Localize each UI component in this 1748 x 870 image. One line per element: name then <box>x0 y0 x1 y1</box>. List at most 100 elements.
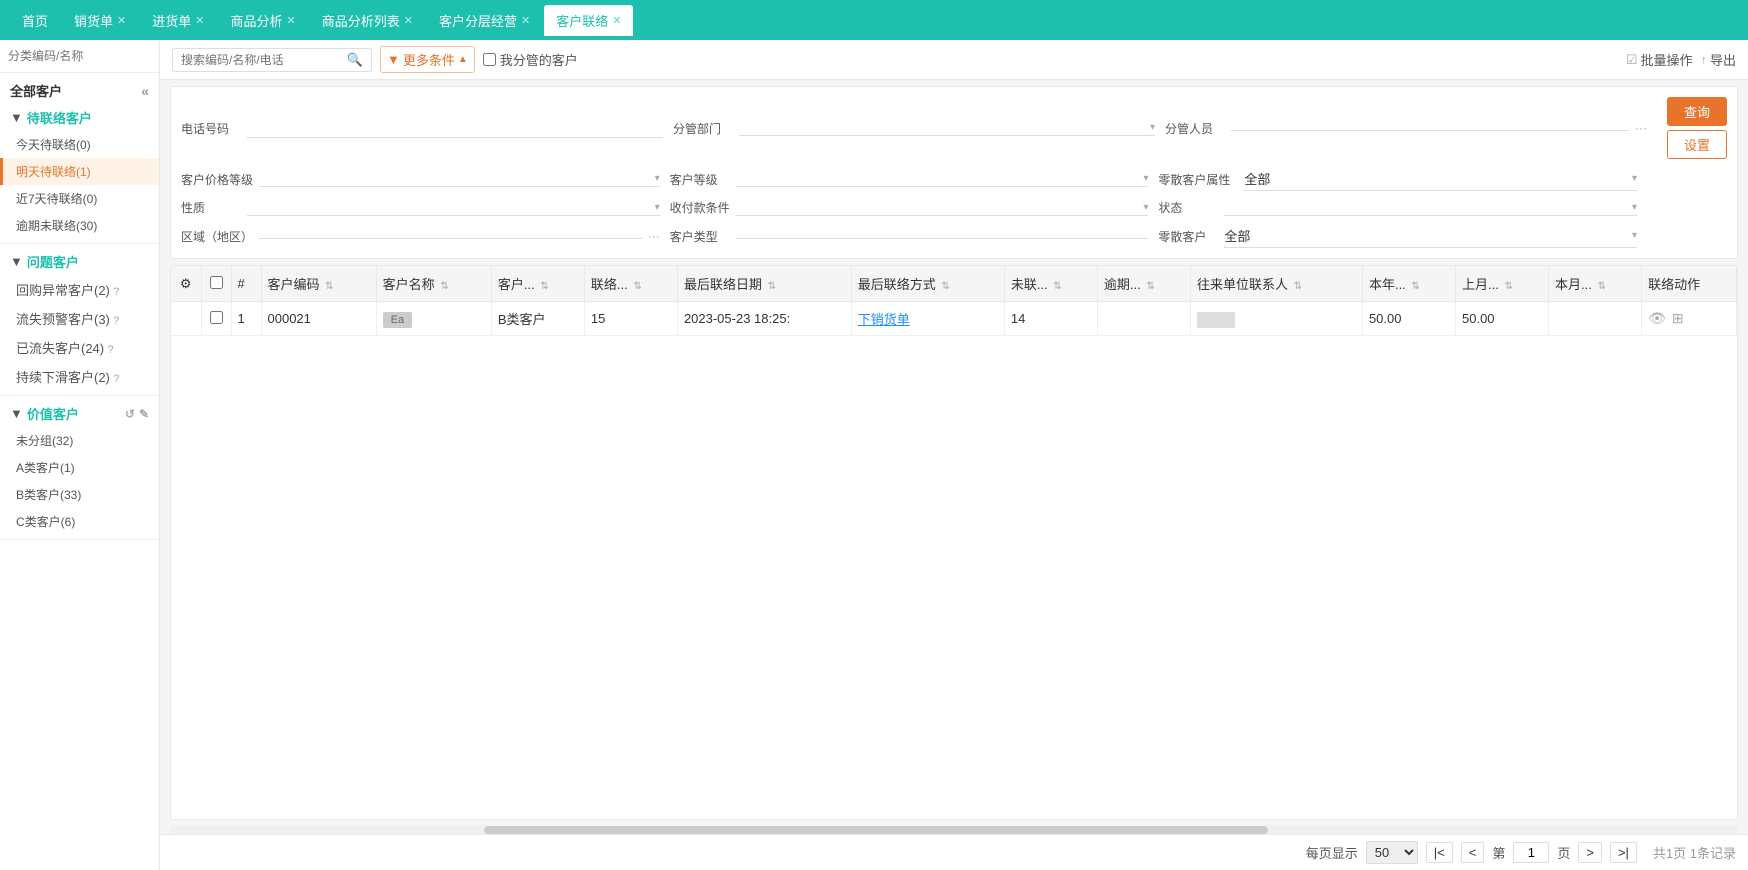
retail-attr-select[interactable]: 全部 ▾ <box>1244 167 1637 191</box>
cell-unit-contact <box>1190 302 1362 336</box>
status-select[interactable]: ▾ <box>1224 200 1637 216</box>
col-last-month-header[interactable]: 上月... ⇅ <box>1456 266 1549 302</box>
close-icon[interactable]: ✕ <box>612 14 621 27</box>
sidebar-section-title-pending: ▼ 待联络客户 <box>0 104 159 131</box>
table-row: 1 000021 Ea B类客户 15 2023-05-23 18:25: 下销… <box>171 302 1737 336</box>
retail-customer-select[interactable]: 全部 ▾ <box>1224 224 1637 248</box>
close-icon[interactable]: ✕ <box>404 14 413 27</box>
refresh-icon[interactable]: ↺ <box>125 407 135 421</box>
col-this-year-header[interactable]: 本年... ⇅ <box>1362 266 1455 302</box>
collapse-icon[interactable]: « <box>141 83 149 99</box>
batch-op-button[interactable]: ☑ 批量操作 <box>1626 50 1693 69</box>
page-number-input[interactable] <box>1513 842 1549 863</box>
eye-icon[interactable]: 👁 <box>1648 310 1666 327</box>
filter-actions: 查询 设置 <box>1667 97 1727 159</box>
close-icon[interactable]: ✕ <box>117 14 126 27</box>
sidebar-item-a-class[interactable]: A类客户(1) <box>0 454 159 481</box>
edit-icon[interactable]: ✎ <box>139 407 149 421</box>
sidebar-item-today[interactable]: 今天待联络(0) <box>0 131 159 158</box>
chevron-down-icon: ▾ <box>1632 202 1637 213</box>
col-last-method-header[interactable]: 最后联络方式 ⇅ <box>851 266 1004 302</box>
col-type-header[interactable]: 客户... ⇅ <box>491 266 584 302</box>
more-filter-button[interactable]: ▼ 更多条件 ▲ <box>380 46 475 73</box>
cell-actions: 👁 ⊞ <box>1642 302 1737 336</box>
page-size-select[interactable]: 50 100 200 <box>1366 841 1418 864</box>
export-button[interactable]: ↑ 导出 <box>1700 50 1736 69</box>
settings-icon[interactable]: ⚙ <box>180 276 192 291</box>
close-icon[interactable]: ✕ <box>521 14 530 27</box>
chevron-down-icon: ▾ <box>1150 122 1155 133</box>
prev-page-button[interactable]: < <box>1461 842 1485 863</box>
sidebar-item-c-class[interactable]: C类客户(6) <box>0 508 159 535</box>
col-name-header[interactable]: 客户名称 ⇅ <box>376 266 491 302</box>
query-button[interactable]: 查询 <box>1667 97 1727 126</box>
last-page-button[interactable]: >| <box>1610 842 1637 863</box>
dept-select[interactable]: ▾ <box>739 120 1155 136</box>
sidebar-item-abnormal[interactable]: 回购异常客户(2) ? <box>0 275 159 304</box>
cell-overdue <box>1097 302 1190 336</box>
col-this-month-header[interactable]: 本月... ⇅ <box>1549 266 1642 302</box>
col-settings-header[interactable]: ⚙ <box>171 266 201 302</box>
grid-icon[interactable]: ⊞ <box>1672 310 1684 327</box>
my-customer-checkbox-area[interactable]: 我分管的客户 <box>483 50 578 69</box>
content-area: 🔍 ▼ 更多条件 ▲ 我分管的客户 ☑ 批量操作 ↑ 导出 <box>160 40 1748 870</box>
sort-icon: ⇅ <box>440 281 448 292</box>
col-checkbox-header[interactable] <box>201 266 231 302</box>
nature-select[interactable]: ▾ <box>247 200 660 216</box>
scrollbar-thumb[interactable] <box>484 826 1268 834</box>
first-page-button[interactable]: |< <box>1426 842 1453 863</box>
col-unit-contact-header[interactable]: 往来单位联系人 ⇅ <box>1190 266 1362 302</box>
close-icon[interactable]: ✕ <box>195 14 204 27</box>
filter-panel: 电话号码 分管部门 ▾ 分管人员 ··· <box>170 86 1738 259</box>
horizontal-scrollbar[interactable] <box>170 826 1738 834</box>
select-all-checkbox[interactable] <box>210 276 223 289</box>
sidebar-item-overdue[interactable]: 逾期未联络(30) <box>0 212 159 239</box>
sidebar-item-7days[interactable]: 近7天待联络(0) <box>0 185 159 212</box>
cell-last-method[interactable]: 下销货单 <box>851 302 1004 336</box>
chevron-down-icon: ▾ <box>1143 173 1148 184</box>
filter-icon: ▼ <box>387 52 400 67</box>
col-overdue-header[interactable]: 逾期... ⇅ <box>1097 266 1190 302</box>
col-contact-header[interactable]: 联络... ⇅ <box>584 266 677 302</box>
price-level-select[interactable]: ▾ <box>259 171 660 187</box>
phone-input[interactable] <box>247 119 663 138</box>
nav-product-analysis-list[interactable]: 商品分析列表 ✕ <box>310 5 425 36</box>
col-last-date-header[interactable]: 最后联络日期 ⇅ <box>677 266 851 302</box>
nav-customer-tier[interactable]: 客户分层经营 ✕ <box>427 5 542 36</box>
region-select[interactable] <box>259 234 642 239</box>
close-icon[interactable]: ✕ <box>287 14 296 27</box>
nav-product-analysis[interactable]: 商品分析 ✕ <box>218 5 307 36</box>
nav-customer-contact[interactable]: 客户联络 ✕ <box>544 5 633 36</box>
sidebar-search-area: 🔍 <box>0 40 159 73</box>
sidebar-item-ungrouped[interactable]: 未分组(32) <box>0 427 159 454</box>
next-page-button[interactable]: > <box>1578 842 1602 863</box>
customer-type-select[interactable] <box>736 234 1149 239</box>
nav-sales-order[interactable]: 销货单 ✕ <box>62 5 138 36</box>
row-checkbox[interactable] <box>210 311 223 324</box>
filter-manager: 分管人员 ··· <box>1165 120 1647 137</box>
sidebar-item-b-class[interactable]: B类客户(33) <box>0 481 159 508</box>
col-uncontacted-header[interactable]: 未联... ⇅ <box>1004 266 1097 302</box>
payment-select[interactable]: ▾ <box>736 200 1149 216</box>
cell-contact: 15 <box>584 302 677 336</box>
ellipsis-icon[interactable]: ··· <box>648 229 660 243</box>
sidebar-section-value: ▼ 价值客户 ↺ ✎ 未分组(32) A类客户(1) B类客户(33) C类客户… <box>0 400 159 540</box>
ellipsis-icon[interactable]: ··· <box>1635 121 1647 135</box>
sidebar-item-tomorrow[interactable]: 明天待联络(1) <box>0 158 159 185</box>
settings-button[interactable]: 设置 <box>1667 130 1727 159</box>
nav-home[interactable]: 首页 <box>10 5 60 36</box>
customer-level-select[interactable]: ▾ <box>736 171 1149 187</box>
sort-icon: ⇅ <box>1294 281 1302 292</box>
my-customer-checkbox[interactable] <box>483 53 496 66</box>
sidebar-item-churn-warning[interactable]: 流失预警客户(3) ? <box>0 304 159 333</box>
search-icon[interactable]: 🔍 <box>347 52 363 68</box>
nav-purchase-order[interactable]: 进货单 ✕ <box>140 5 216 36</box>
sidebar-item-declining[interactable]: 持续下滑客户(2) ? <box>0 362 159 391</box>
manager-select[interactable] <box>1231 126 1629 131</box>
cell-checkbox[interactable] <box>201 302 231 336</box>
cell-last-date: 2023-05-23 18:25: <box>677 302 851 336</box>
col-code-header[interactable]: 客户编码 ⇅ <box>261 266 376 302</box>
sidebar-item-churned[interactable]: 已流失客户(24) ? <box>0 333 159 362</box>
search-input[interactable] <box>181 53 343 67</box>
sidebar-search-input[interactable] <box>8 49 160 63</box>
